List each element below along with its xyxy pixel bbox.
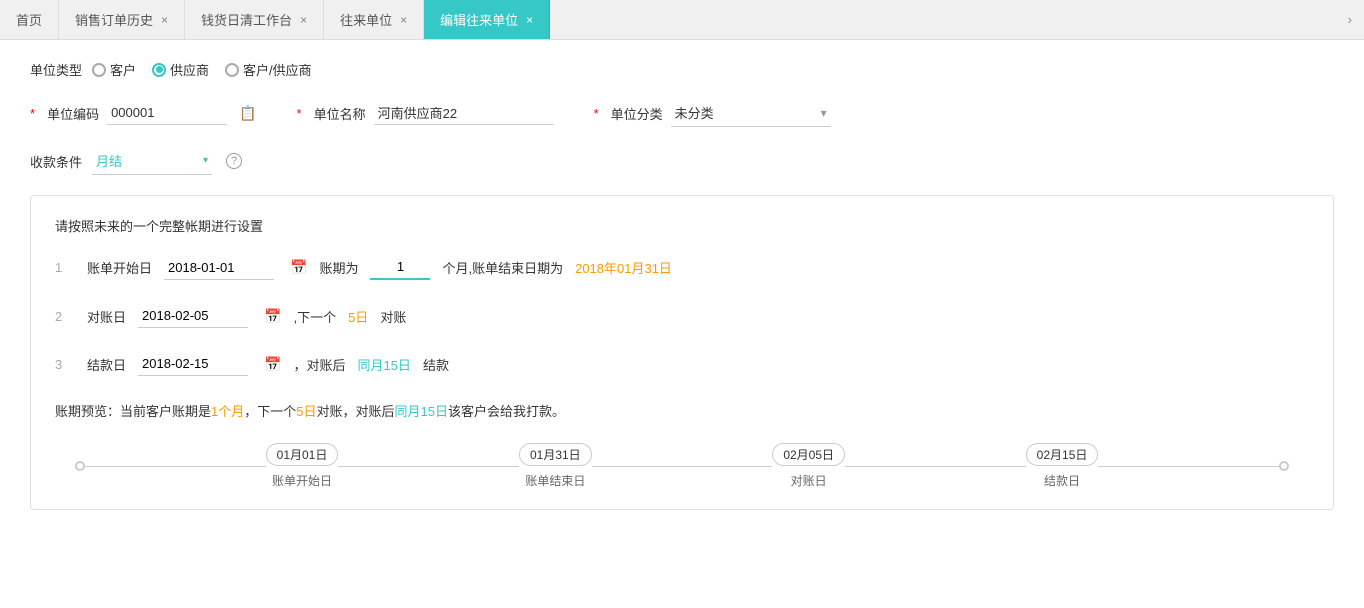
period-field-label-1: 账单开始日 (87, 258, 152, 277)
tab-cash-work[interactable]: 钱货日清工作台 × (185, 0, 324, 39)
radio-customer-circle (92, 63, 106, 77)
unit-category-value: 未分类 (675, 103, 817, 122)
timeline-seg-2 (338, 466, 519, 467)
period-desc-middle: 账期为 (319, 258, 358, 277)
period-num-3: 3 (55, 357, 75, 372)
period-row-3: 3 结款日 📅 ，对账后 同月15日 结款 (55, 352, 1309, 376)
unit-category-group: * 单位分类 未分类 ▾ (594, 99, 831, 127)
unit-code-group: * 单位编码 📋 (30, 101, 257, 125)
timeline-end-dot (1279, 461, 1289, 471)
radio-customer[interactable]: 客户 (92, 60, 136, 79)
timeline-label-1: 账单开始日 (272, 472, 332, 489)
timeline-point-4: 02月15日 结款日 (1026, 443, 1099, 489)
timeline-badge-2: 01月31日 (519, 443, 592, 466)
period-desc-3-suffix: 结款 (423, 355, 449, 374)
radio-customer-supplier-circle (225, 63, 239, 77)
tab-edit-partner[interactable]: 编辑往来单位 × (424, 0, 550, 39)
unit-category-label: 单位分类 (611, 104, 663, 123)
timeline-start-dot (75, 461, 85, 471)
timeline-label-4: 结款日 (1044, 472, 1080, 489)
preview-pay-day: 同月15日 (395, 404, 448, 419)
unit-category-select[interactable]: 未分类 ▾ (671, 99, 831, 127)
timeline-seg-5 (1098, 466, 1279, 467)
unit-type-label: 单位类型 (30, 60, 82, 79)
payment-select[interactable]: 月结 ▾ (92, 147, 212, 175)
tab-sales-history[interactable]: 销售订单历史 × (59, 0, 185, 39)
period-desc-3-prefix: ，对账后 (293, 355, 345, 374)
unit-code-label: 单位编码 (47, 104, 99, 123)
payment-row: 收款条件 月结 ▾ ? (30, 147, 1334, 175)
payment-label: 收款条件 (30, 152, 82, 171)
close-tab-edit-partner[interactable]: × (526, 13, 533, 27)
timeline-label-2: 账单结束日 (525, 472, 585, 489)
timeline-label-3: 对账日 (791, 472, 827, 489)
timeline-point-3: 02月05日 对账日 (772, 443, 845, 489)
period-pay-day-highlight: 同月15日 (357, 355, 410, 374)
timeline-badge-1: 01月01日 (266, 443, 339, 466)
radio-supplier-circle (152, 63, 166, 77)
timeline-badge-4: 02月15日 (1026, 443, 1099, 466)
period-num-2: 2 (55, 309, 75, 324)
period-row-2: 2 对账日 📅 ,下一个 5日 对账 (55, 304, 1309, 328)
radio-supplier[interactable]: 供应商 (152, 60, 209, 79)
payment-chevron-icon: ▾ (203, 155, 208, 166)
period-num-1: 1 (55, 260, 75, 275)
timeline-seg-3 (592, 466, 773, 467)
period-field-label-3: 结款日 (87, 355, 126, 374)
unit-type-row: 单位类型 客户 供应商 客户/供应商 (30, 60, 1334, 79)
timeline-seg-1 (85, 466, 266, 467)
close-tab-sales-history[interactable]: × (161, 13, 168, 27)
tab-partner[interactable]: 往来单位 × (324, 0, 424, 39)
unit-info-row: * 单位编码 📋 * 单位名称 * 单位分类 未分类 ▾ (30, 99, 1334, 127)
chevron-down-icon: ▾ (821, 106, 827, 120)
period-start-date-input[interactable] (164, 256, 274, 280)
period-month-input[interactable] (370, 255, 430, 280)
period-check-day-highlight: 5日 (348, 307, 368, 326)
timeline-seg-4 (845, 466, 1026, 467)
payment-value: 月结 (96, 151, 199, 170)
preview-months: 1个月 (211, 404, 244, 419)
timeline-point-2: 01月31日 账单结束日 (519, 443, 592, 489)
period-check-date-input[interactable] (138, 304, 248, 328)
tabs-arrow[interactable]: › (1336, 12, 1364, 27)
timeline: 01月01日 账单开始日 01月31日 账单结束日 02月05日 对账日 02月… (55, 443, 1309, 489)
period-end-date-highlight: 2018年01月31日 (575, 258, 672, 277)
period-cal-icon-1[interactable]: 📅 (290, 259, 307, 276)
unit-name-label: 单位名称 (314, 104, 366, 123)
unit-code-input[interactable] (107, 101, 227, 125)
main-content: 单位类型 客户 供应商 客户/供应商 * 单位编码 📋 * 单位名称 (0, 40, 1364, 608)
unit-type-radio-group: 客户 供应商 客户/供应商 (92, 60, 312, 79)
help-icon[interactable]: ? (226, 153, 242, 169)
preview-check-day: 5日 (296, 404, 316, 419)
close-tab-cash-work[interactable]: × (300, 13, 307, 27)
period-cal-icon-2[interactable]: 📅 (264, 308, 281, 325)
period-field-label-2: 对账日 (87, 307, 126, 326)
timeline-badge-3: 02月05日 (772, 443, 845, 466)
period-row-1: 1 账单开始日 📅 账期为 个月,账单结束日期为 2018年01月31日 (55, 255, 1309, 280)
unit-name-input[interactable] (374, 101, 554, 125)
tab-home[interactable]: 首页 (0, 0, 59, 39)
timeline-point-1: 01月01日 账单开始日 (266, 443, 339, 489)
period-pay-date-input[interactable] (138, 352, 248, 376)
tabs-bar: 首页 销售订单历史 × 钱货日清工作台 × 往来单位 × 编辑往来单位 × › (0, 0, 1364, 40)
period-title: 请按照未来的一个完整帐期进行设置 (55, 216, 1309, 235)
close-tab-partner[interactable]: × (400, 13, 407, 27)
period-desc-1-prefix: 个月,账单结束日期为 (442, 258, 563, 277)
period-cal-icon-3[interactable]: 📅 (264, 356, 281, 373)
period-desc-2-suffix: 对账 (380, 307, 406, 326)
unit-name-group: * 单位名称 (297, 101, 554, 125)
radio-customer-supplier[interactable]: 客户/供应商 (225, 60, 312, 79)
period-box: 请按照未来的一个完整帐期进行设置 1 账单开始日 📅 账期为 个月,账单结束日期… (30, 195, 1334, 510)
period-desc-2-prefix: ,下一个 (293, 307, 336, 326)
preview-text: 账期预览：当前客户账期是1个月，下一个5日对账，对账后同月15日该客户会给我打款… (55, 400, 1309, 423)
copy-icon[interactable]: 📋 (239, 105, 256, 122)
